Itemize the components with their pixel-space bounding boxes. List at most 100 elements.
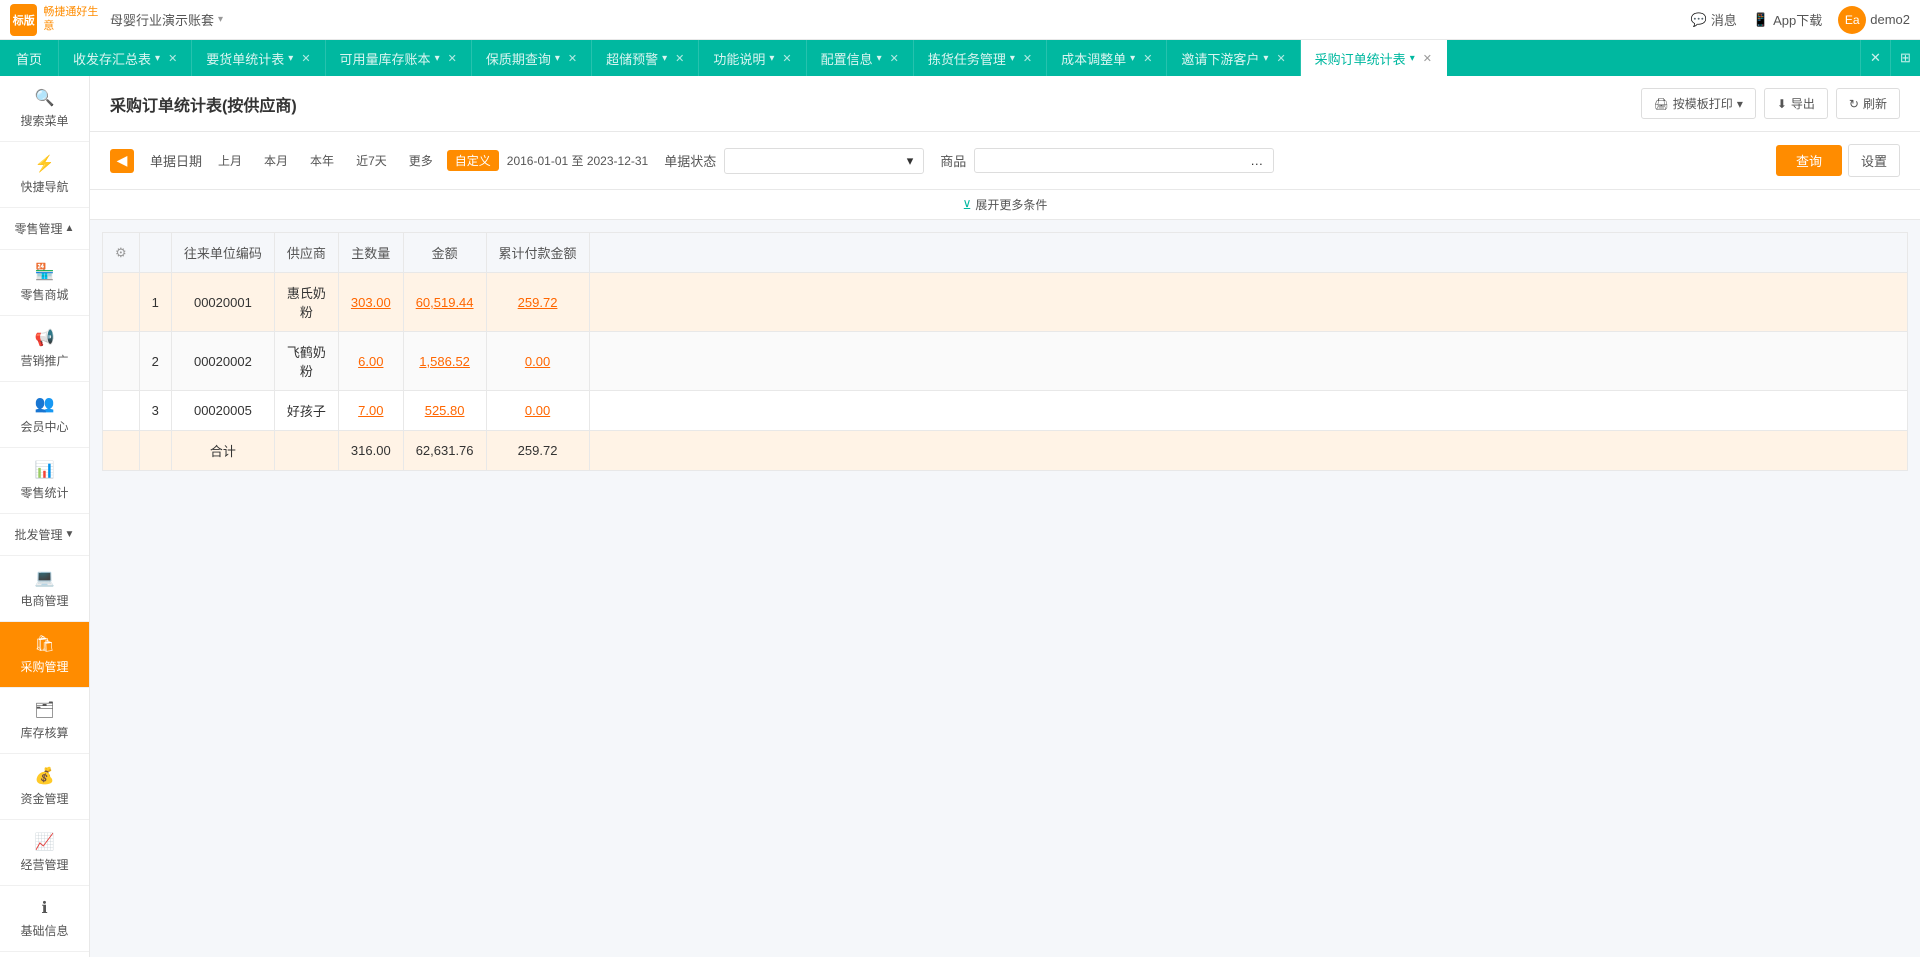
tab-home[interactable]: 首页	[0, 40, 59, 76]
th-index	[139, 233, 171, 273]
app-download-label: App下载	[1773, 10, 1822, 29]
tab-expiry-query-close[interactable]: ✕	[568, 52, 577, 65]
filter-collapse-btn[interactable]: ◀	[110, 149, 134, 173]
row-settings	[103, 332, 140, 391]
tab-config-info[interactable]: 配置信息 ▾ ✕	[807, 40, 914, 76]
table-row: 3 00020005 好孩子 7.00 525.80 0.00	[103, 391, 1908, 431]
sidebar-item-ecommerce-mgmt[interactable]: 💻 电商管理	[0, 556, 89, 622]
page-actions: 🖨 按模板打印 ▾ ⬇ 导出 ↻ 刷新	[1641, 88, 1900, 131]
tab-cost-adjust-close[interactable]: ✕	[1143, 52, 1152, 65]
footer-index	[139, 431, 171, 471]
query-btn[interactable]: 查询	[1776, 145, 1842, 176]
template-print-arrow-icon: ▾	[1737, 97, 1743, 111]
stock-check-icon: 🗂	[34, 700, 54, 720]
user-info[interactable]: Ea demo2	[1838, 6, 1910, 34]
tab-invite-downstream[interactable]: 邀请下游客户 ▾ ✕	[1167, 40, 1300, 76]
th-settings[interactable]: ⚙	[103, 233, 140, 273]
message-label: 消息	[1711, 10, 1737, 29]
wholesale-mgmt-arrow-icon: ▼	[65, 529, 75, 540]
date-shortcut-this-month[interactable]: 本月	[256, 150, 296, 171]
data-table: ⚙ 往来单位编码 供应商 主数量 金额 累计付款金额 1 00020001	[102, 232, 1908, 471]
tab-config-info-arrow: ▾	[877, 53, 882, 64]
tab-order-summary[interactable]: 要货单统计表 ▾ ✕	[192, 40, 325, 76]
tab-function-desc[interactable]: 功能说明 ▾ ✕	[699, 40, 806, 76]
sidebar-item-marketing-label: 营销推广	[20, 352, 68, 369]
tab-config-info-close[interactable]: ✕	[890, 52, 899, 65]
row-spacer	[589, 273, 1907, 332]
sidebar-item-ops-mgmt[interactable]: 📈 经营管理	[0, 820, 89, 886]
expand-tabs-btn[interactable]: ⊞	[1890, 40, 1920, 76]
tab-order-summary-close[interactable]: ✕	[301, 52, 310, 65]
top-right-area: 💬 消息 📱 App下载 Ea demo2	[1691, 6, 1910, 34]
date-shortcut-custom[interactable]: 自定义	[447, 150, 499, 171]
table-body: 1 00020001 惠氏奶粉 303.00 60,519.44 259.72 …	[103, 273, 1908, 431]
sidebar-item-marketing[interactable]: 📢 营销推广	[0, 316, 89, 382]
tab-purchase-summary[interactable]: 采购订单统计表 ▾ ✕	[1301, 40, 1447, 76]
filter-settings-btn[interactable]: 设置	[1848, 144, 1900, 177]
tab-receive-summary-close[interactable]: ✕	[168, 52, 177, 65]
date-shortcut-7days[interactable]: 近7天	[348, 150, 395, 171]
finance-mgmt-icon: 💰	[35, 766, 55, 786]
export-label: 导出	[1791, 95, 1815, 112]
tab-overstock-warning-close[interactable]: ✕	[675, 52, 684, 65]
tab-pick-task-label: 拣货任务管理	[928, 49, 1006, 68]
tab-receive-summary[interactable]: 收发存汇总表 ▾ ✕	[59, 40, 192, 76]
expand-more-label: 展开更多条件	[975, 196, 1047, 213]
tab-invite-downstream-arrow: ▾	[1263, 53, 1268, 64]
tab-pick-task-close[interactable]: ✕	[1023, 52, 1032, 65]
app-download-btn[interactable]: 📱 App下载	[1753, 10, 1822, 29]
page-header: 采购订单统计表(按供应商) 🖨 按模板打印 ▾ ⬇ 导出 ↻ 刷新	[90, 76, 1920, 132]
tab-purchase-summary-close[interactable]: ✕	[1423, 52, 1432, 65]
template-print-btn[interactable]: 🖨 按模板打印 ▾	[1641, 88, 1756, 119]
sidebar-item-search[interactable]: 🔍 搜索菜单	[0, 76, 89, 142]
table-footer: 合计 316.00 62,631.76 259.72	[103, 431, 1908, 471]
sidebar-item-member-center[interactable]: 👥 会员中心	[0, 382, 89, 448]
tab-cost-adjust[interactable]: 成本调整单 ▾ ✕	[1047, 40, 1167, 76]
sidebar-item-retail-mall[interactable]: 🏪 零售商城	[0, 250, 89, 316]
goods-filter-group: 商品 …	[940, 148, 1274, 173]
table-container: ⚙ 往来单位编码 供应商 主数量 金额 累计付款金额 1 00020001	[90, 220, 1920, 957]
retail-stats-icon: 📊	[35, 460, 55, 480]
sidebar-item-quick-nav[interactable]: ⚡ 快捷导航	[0, 142, 89, 208]
tab-expiry-query[interactable]: 保质期查询 ▾ ✕	[472, 40, 592, 76]
date-filter-label: 单据日期	[150, 151, 202, 170]
tab-available-stock-close[interactable]: ✕	[448, 52, 457, 65]
tab-expiry-query-arrow: ▾	[555, 53, 560, 64]
sidebar-item-purchase-mgmt[interactable]: 🛍 采购管理	[0, 622, 89, 688]
message-btn[interactable]: 💬 消息	[1691, 10, 1737, 29]
sidebar-item-retail-stats[interactable]: 📊 零售统计	[0, 448, 89, 514]
expand-more-btn[interactable]: ⊻ 展开更多条件	[90, 190, 1920, 219]
sidebar-item-system-mgmt[interactable]: ⚙ 系统管理	[0, 952, 89, 957]
tab-pick-task-arrow: ▾	[1010, 53, 1015, 64]
tab-invite-downstream-close[interactable]: ✕	[1276, 52, 1285, 65]
footer-supplier	[274, 431, 338, 471]
tab-order-summary-label: 要货单统计表	[206, 49, 284, 68]
status-select[interactable]: ▾	[724, 148, 924, 174]
workspace-selector[interactable]: 母婴行业演示账套 ▾	[110, 10, 223, 29]
sidebar-item-retail-mgmt[interactable]: 零售管理 ▲	[0, 208, 89, 250]
tab-function-desc-close[interactable]: ✕	[782, 52, 791, 65]
sidebar-item-finance-mgmt[interactable]: 💰 资金管理	[0, 754, 89, 820]
goods-filter-label: 商品	[940, 151, 966, 170]
row-main-qty: 7.00	[338, 391, 403, 431]
goods-input[interactable]: …	[974, 148, 1274, 173]
export-icon: ⬇	[1777, 97, 1787, 111]
date-shortcut-more[interactable]: 更多	[401, 150, 441, 171]
sidebar-item-basic-info[interactable]: ℹ 基础信息	[0, 886, 89, 952]
close-all-tabs-btn[interactable]: ✕	[1860, 40, 1890, 76]
sidebar-item-stock-check[interactable]: 🗂 库存核算	[0, 688, 89, 754]
date-shortcut-last-month[interactable]: 上月	[210, 150, 250, 171]
tab-pick-task[interactable]: 拣货任务管理 ▾ ✕	[914, 40, 1047, 76]
tab-available-stock-label: 可用量库存账本	[340, 49, 431, 68]
goods-search-input[interactable]	[985, 153, 1235, 168]
refresh-icon: ↻	[1849, 97, 1859, 111]
date-shortcut-this-year[interactable]: 本年	[302, 150, 342, 171]
th-paid-amount: 累计付款金额	[486, 233, 589, 273]
logo-icon: 标版	[10, 4, 37, 36]
footer-spacer	[589, 431, 1907, 471]
refresh-btn[interactable]: ↻ 刷新	[1836, 88, 1900, 119]
tab-available-stock[interactable]: 可用量库存账本 ▾ ✕	[326, 40, 472, 76]
tab-overstock-warning[interactable]: 超储预警 ▾ ✕	[592, 40, 699, 76]
sidebar-item-wholesale-mgmt[interactable]: 批发管理 ▼	[0, 514, 89, 556]
export-btn[interactable]: ⬇ 导出	[1764, 88, 1828, 119]
